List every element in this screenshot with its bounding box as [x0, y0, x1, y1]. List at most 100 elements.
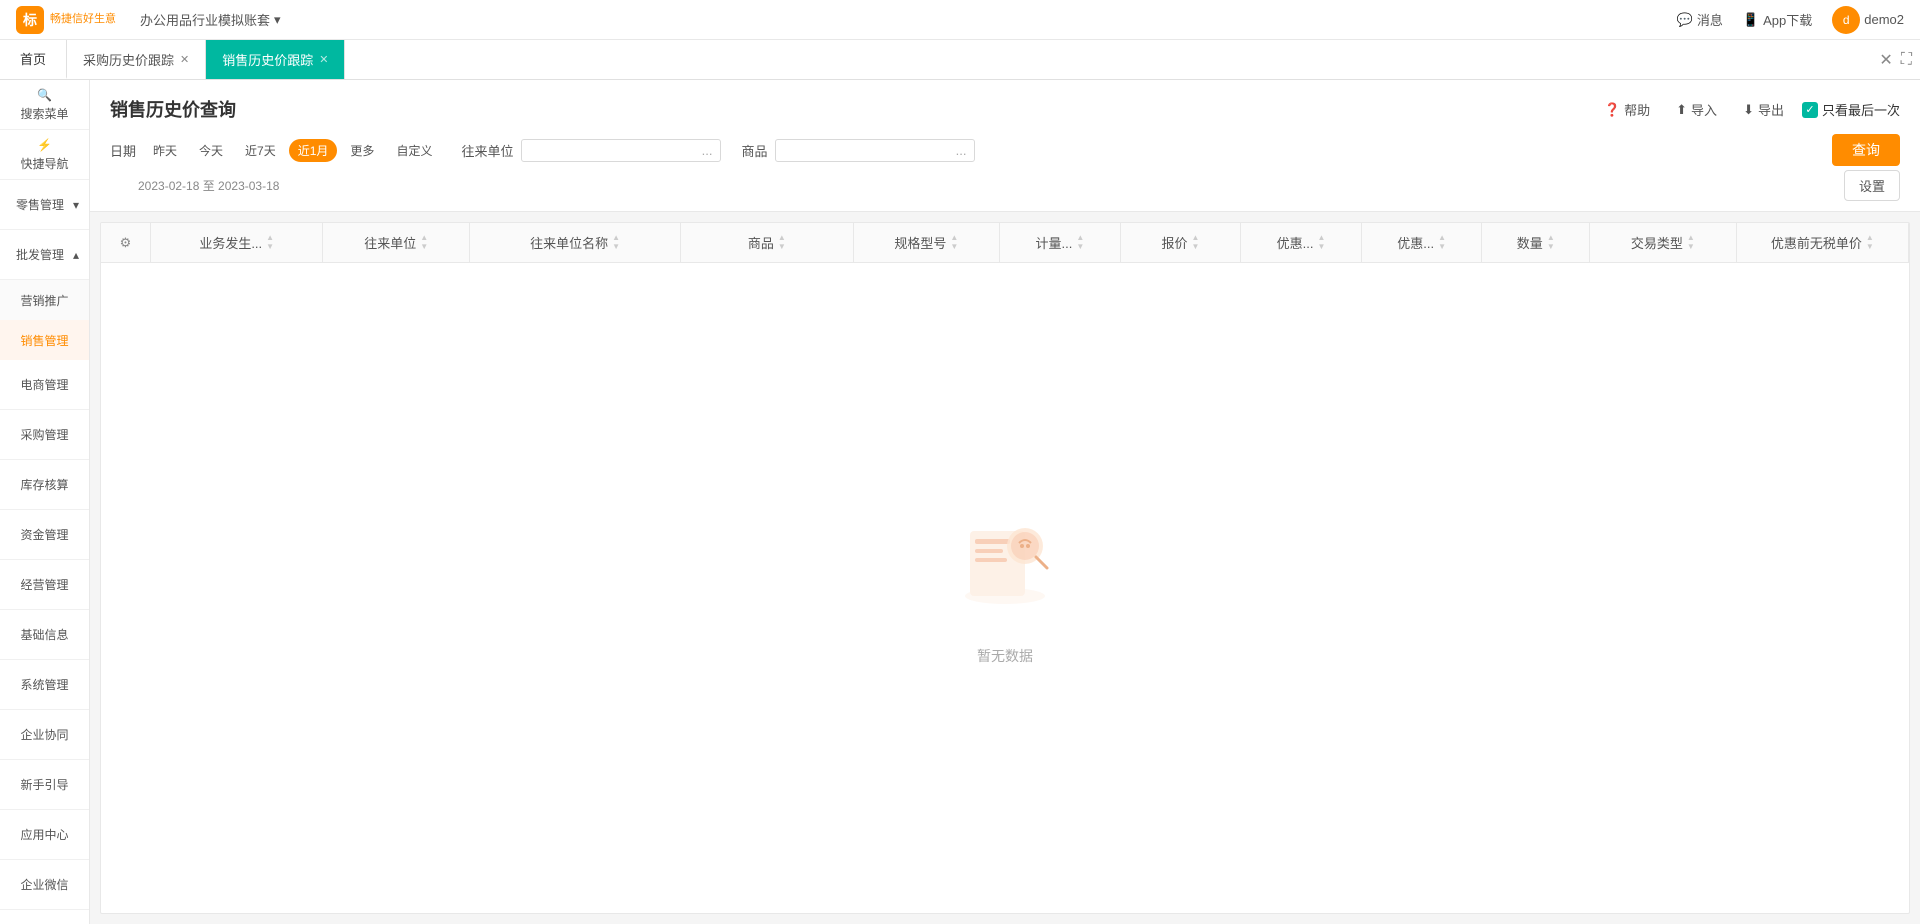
th-spec-label: 规格型号: [894, 233, 946, 252]
top-bar: 标 畅捷信好生意 办公用品行业模拟账套 ▾ 💬 消息 📱 App下载 d dem…: [0, 0, 1920, 40]
sort-up-icon-11: ▲: [1687, 234, 1695, 242]
date-btn-yesterday[interactable]: 昨天: [144, 139, 186, 162]
sidebar-item-app-center[interactable]: 应用中心: [0, 810, 89, 860]
unit-input-dots: ...: [702, 143, 713, 158]
sort-up-icon-2: ▲: [420, 234, 428, 242]
checkbox-icon: ✓: [1802, 102, 1818, 118]
th-discount1-label: 优惠...: [1277, 233, 1314, 252]
only-last-label: 只看最后一次: [1822, 100, 1900, 119]
home-tab-label: 首页: [20, 49, 46, 68]
date-filter-group: 日期 昨天 今天 近7天 近1月 更多 自定义: [110, 139, 441, 162]
chevron-up-icon-wholesale: ▴: [73, 248, 79, 262]
filter-row-1: 日期 昨天 今天 近7天 近1月 更多 自定义 往来单位 ...: [110, 134, 1900, 166]
sidebar-label-search-menu: 搜索菜单: [20, 105, 68, 122]
th-biz-date[interactable]: 业务发生... ▲ ▼: [151, 223, 323, 262]
export-icon: ⬇: [1743, 102, 1754, 118]
th-trade-type[interactable]: 交易类型 ▲ ▼: [1590, 223, 1737, 262]
sidebar-item-basic-info[interactable]: 基础信息: [0, 610, 89, 660]
sidebar-item-operations-mgmt[interactable]: 经营管理: [0, 560, 89, 610]
company-selector[interactable]: 办公用品行业模拟账套 ▾: [140, 10, 281, 29]
sort-down-icon-8: ▼: [1318, 243, 1326, 251]
date-btn-today[interactable]: 今天: [190, 139, 232, 162]
table-header-row: ⚙ 业务发生... ▲ ▼ 往来单位 ▲ ▼ 往: [101, 223, 1909, 263]
qty-sort: ▲ ▼: [1547, 234, 1555, 251]
sidebar-item-retail-mgmt[interactable]: 零售管理 ▾: [0, 180, 89, 230]
date-btn-more[interactable]: 更多: [341, 139, 383, 162]
message-icon: 💬: [1677, 12, 1693, 28]
th-trade-type-label: 交易类型: [1631, 233, 1683, 252]
help-button[interactable]: ❓ 帮助: [1596, 96, 1658, 123]
sidebar-item-quick-nav[interactable]: ⚡ 快捷导航: [0, 130, 89, 180]
th-unit-name[interactable]: 往来单位名称 ▲ ▼: [470, 223, 681, 262]
sidebar-item-ecom-mgmt[interactable]: 电商管理: [0, 360, 89, 410]
tab-purchase-history[interactable]: 采购历史价跟踪 ✕: [67, 40, 206, 79]
sidebar-item-member[interactable]: 畅会员: [0, 910, 89, 924]
user-profile[interactable]: d demo2: [1832, 6, 1904, 34]
app-download-label: App下载: [1763, 10, 1812, 29]
sort-up-icon-9: ▲: [1438, 234, 1446, 242]
download-icon: 📱: [1743, 12, 1759, 28]
sidebar-item-purchase-mgmt[interactable]: 采购管理: [0, 410, 89, 460]
sidebar-item-finance-mgmt[interactable]: 资金管理: [0, 510, 89, 560]
sidebar-item-enterprise-wechat[interactable]: 企业微信: [0, 860, 89, 910]
export-button[interactable]: ⬇ 导出: [1735, 96, 1792, 123]
sort-up-icon: ▲: [266, 234, 274, 242]
purchase-history-tab-label: 采购历史价跟踪: [83, 50, 174, 69]
unit-filter-group: 往来单位 ...: [461, 139, 721, 162]
th-discount1[interactable]: 优惠... ▲ ▼: [1241, 223, 1362, 262]
th-notax-price[interactable]: 优惠前无税单价 ▲ ▼: [1737, 223, 1909, 262]
sidebar-item-wholesale-mgmt[interactable]: 批发管理 ▴: [0, 230, 89, 280]
date-btn-1month[interactable]: 近1月: [289, 139, 338, 162]
close-purchase-history-tab-icon[interactable]: ✕: [180, 53, 189, 66]
unit-input[interactable]: ...: [521, 139, 721, 162]
sort-up-icon-3: ▲: [612, 234, 620, 242]
chevron-down-icon: ▾: [274, 12, 281, 28]
sort-down-icon: ▼: [266, 243, 274, 251]
th-discount2[interactable]: 优惠... ▲ ▼: [1362, 223, 1483, 262]
product-input[interactable]: ...: [775, 139, 975, 162]
th-spec[interactable]: 规格型号 ▲ ▼: [854, 223, 1001, 262]
import-button[interactable]: ⬆ 导入: [1668, 96, 1725, 123]
sidebar-item-enterprise-collab[interactable]: 企业协同: [0, 710, 89, 760]
sidebar-item-system-mgmt[interactable]: 系统管理: [0, 660, 89, 710]
sidebar-item-new-guide[interactable]: 新手引导: [0, 760, 89, 810]
th-unit-code[interactable]: 往来单位 ▲ ▼: [323, 223, 470, 262]
date-btn-7days[interactable]: 近7天: [236, 139, 285, 162]
th-quantity[interactable]: 数量 ▲ ▼: [1482, 223, 1590, 262]
username: demo2: [1864, 12, 1904, 27]
app-download-button[interactable]: 📱 App下载: [1743, 10, 1812, 29]
unit-name-sort: ▲ ▼: [612, 234, 620, 251]
th-quote-price-label: 报价: [1161, 233, 1187, 252]
date-buttons: 昨天 今天 近7天 近1月 更多 自定义: [144, 139, 441, 162]
sort-down-icon-2: ▼: [420, 243, 428, 251]
sales-history-tab-label: 销售历史价跟踪: [222, 50, 313, 69]
only-last-checkbox[interactable]: ✓ 只看最后一次: [1802, 96, 1900, 123]
sidebar-item-sales-mgmt[interactable]: 销售管理: [0, 320, 89, 360]
logo-icon: 标: [16, 6, 44, 34]
search-icon: 🔍: [37, 88, 52, 102]
sidebar-item-inventory[interactable]: 库存核算: [0, 460, 89, 510]
tab-home[interactable]: 首页: [0, 40, 67, 79]
th-calc-unit[interactable]: 计量... ▲ ▼: [1000, 223, 1121, 262]
th-product-label: 商品: [748, 233, 774, 252]
sidebar-item-marketing[interactable]: 营销推广: [0, 280, 89, 320]
settings-button[interactable]: 设置: [1844, 170, 1900, 201]
message-button[interactable]: 💬 消息: [1677, 10, 1723, 29]
query-button[interactable]: 查询: [1832, 134, 1900, 166]
th-quote-price[interactable]: 报价 ▲ ▼: [1121, 223, 1242, 262]
th-product[interactable]: 商品 ▲ ▼: [681, 223, 853, 262]
tab-sales-history[interactable]: 销售历史价跟踪 ✕: [206, 40, 345, 79]
sidebar-label-basic-info: 基础信息: [20, 626, 68, 643]
sort-down-icon-9: ▼: [1438, 243, 1446, 251]
close-sales-history-tab-icon[interactable]: ✕: [319, 53, 328, 66]
close-tab-button[interactable]: ✕: [1879, 50, 1892, 70]
date-btn-custom[interactable]: 自定义: [387, 139, 441, 162]
sidebar-item-search-menu[interactable]: 🔍 搜索菜单: [0, 80, 89, 130]
top-bar-left: 标 畅捷信好生意 办公用品行业模拟账套 ▾: [16, 6, 281, 34]
maximize-tab-button[interactable]: ⛶: [1901, 51, 1912, 69]
table-settings-icon[interactable]: ⚙: [101, 223, 151, 262]
page-title: 销售历史价查询: [110, 96, 236, 122]
company-name: 办公用品行业模拟账套: [140, 10, 270, 29]
sidebar-label-operations-mgmt: 经营管理: [20, 576, 68, 593]
page-header: 销售历史价查询 ❓ 帮助 ⬆ 导入 ⬇ 导出 ✓: [90, 80, 1920, 212]
